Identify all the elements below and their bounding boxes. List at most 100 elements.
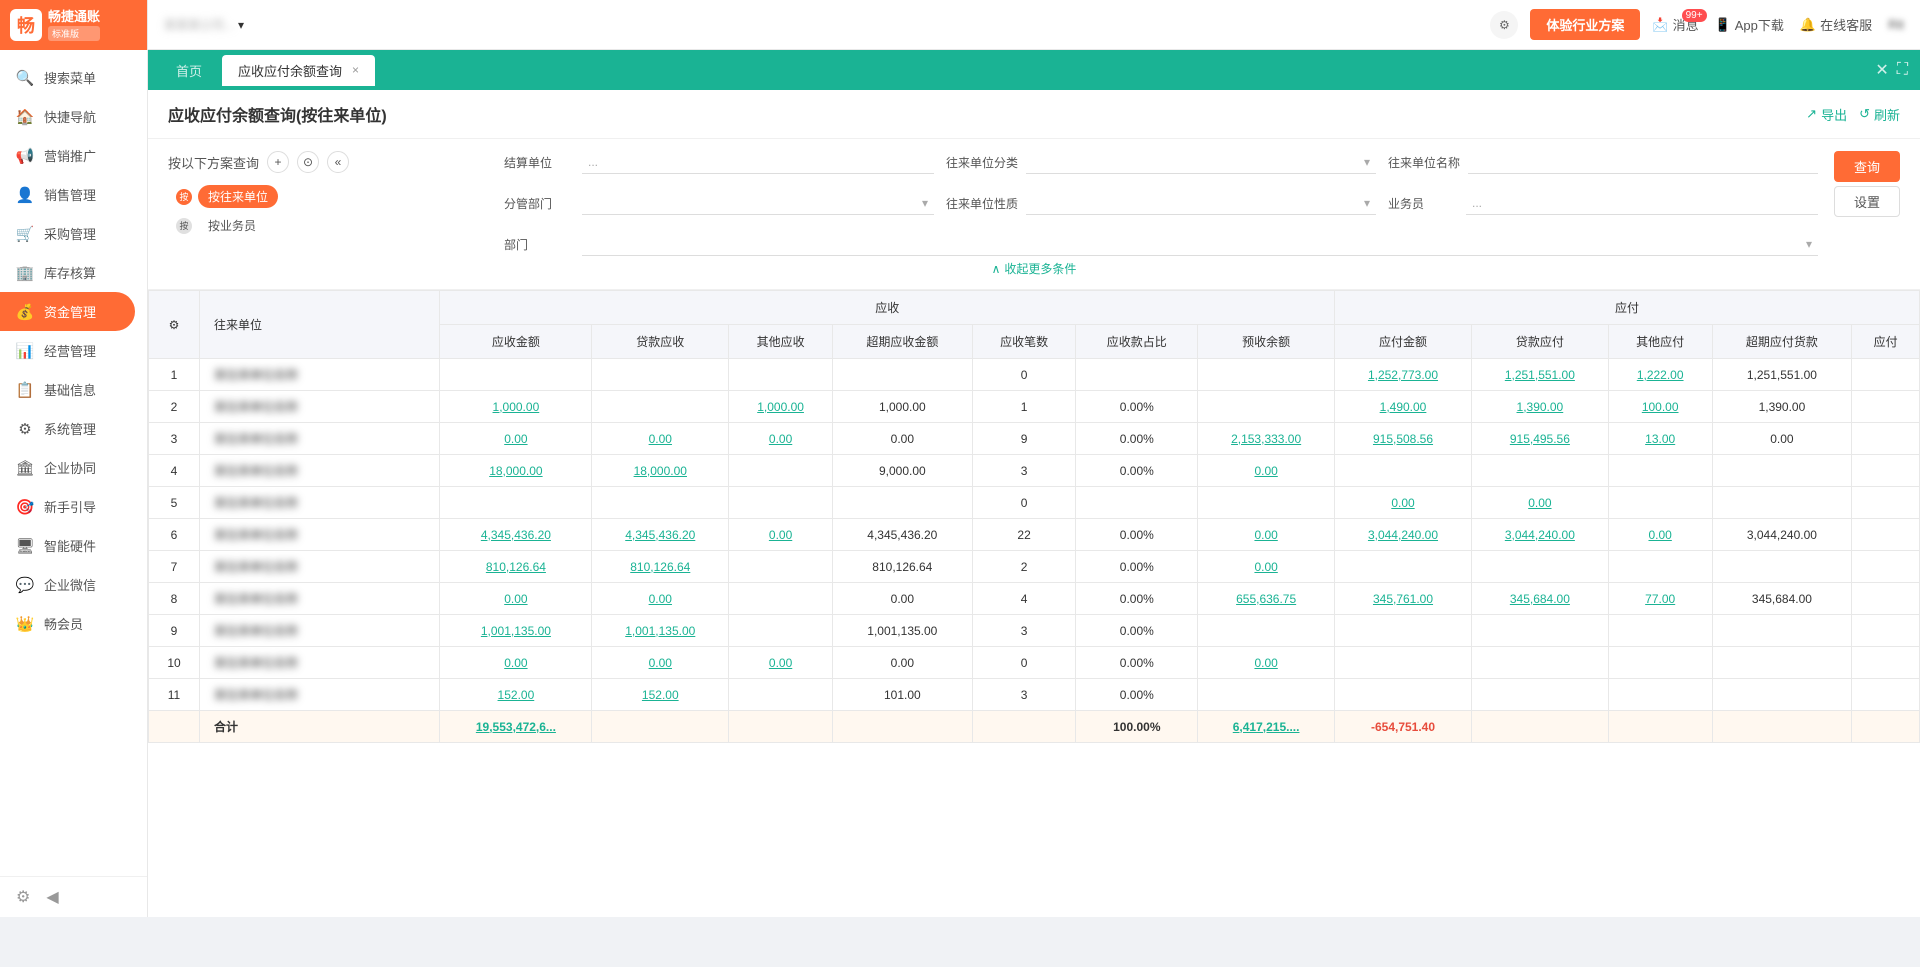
tab-ar-query[interactable]: 应收应付余额查询 × bbox=[222, 55, 375, 86]
th-group-ap: 应付 bbox=[1335, 291, 1920, 325]
filter-scheme-button[interactable]: ⊙ bbox=[297, 151, 319, 173]
sidebar: 畅 畅捷通账 标准版 🔍 搜索菜单 🏠 快捷导航 📢 营销推广 👤 销售管理 🛒… bbox=[0, 0, 148, 917]
table-row: 4某往来单位名称18,000.0018,000.009,000.0030.00%… bbox=[149, 455, 1920, 487]
sidebar-item-capital[interactable]: 💰 资金管理 bbox=[0, 292, 135, 331]
sidebar-item-member[interactable]: 👑 畅会员 bbox=[0, 604, 147, 643]
dept-input[interactable]: ▾ bbox=[582, 192, 934, 215]
top-header: 某某某公司... ▾ ⚙ 体验行业方案 📩 消息 99+ 📱 App下载 🔔 在… bbox=[148, 0, 1920, 50]
sidebar-item-basicinfo[interactable]: 📋 基础信息 bbox=[0, 370, 147, 409]
sidebar-item-purchase[interactable]: 🛒 采购管理 bbox=[0, 214, 147, 253]
th-ar-overdue: 超期应收金额 bbox=[832, 325, 972, 359]
service-icon: 🔔 bbox=[1800, 17, 1816, 33]
table-row: 10某往来单位名称0.000.000.000.0000.00%0.00 bbox=[149, 647, 1920, 679]
th-ap-loan: 贷款应付 bbox=[1471, 325, 1608, 359]
sidebar-item-quicknav[interactable]: 🏠 快捷导航 bbox=[0, 97, 147, 136]
total-seq bbox=[149, 711, 200, 743]
sidebar-item-system[interactable]: ⚙ 系统管理 bbox=[0, 409, 147, 448]
nature-input[interactable]: ▾ bbox=[1026, 192, 1376, 215]
window-expand-icon[interactable]: ⛶ bbox=[1897, 61, 1908, 79]
filter-row-2: 分管部门 ▾ 往来单位性质 ▾ 业务员 bbox=[504, 192, 1818, 215]
purchase-icon: 🛒 bbox=[16, 225, 34, 243]
total-label: 合计 bbox=[200, 711, 440, 743]
table-row: 7某往来单位名称810,126.64810,126.64810,126.6420… bbox=[149, 551, 1920, 583]
salesperson-input[interactable]: ... bbox=[1466, 192, 1818, 215]
scheme1-tag[interactable]: 按往来单位 bbox=[198, 185, 278, 208]
sidebar-item-operations[interactable]: 📊 经营管理 bbox=[0, 331, 147, 370]
total-ap-other bbox=[1608, 711, 1712, 743]
total-ar-advance[interactable]: 6,417,215.... bbox=[1198, 711, 1335, 743]
sidebar-item-marketing[interactable]: 📢 营销推广 bbox=[0, 136, 147, 175]
tab-close-icon[interactable]: × bbox=[352, 63, 359, 77]
marketing-icon: 📢 bbox=[16, 147, 34, 165]
table-row: 5某往来单位名称00.000.00 bbox=[149, 487, 1920, 519]
total-ar-amount[interactable]: 19,553,472,6... bbox=[440, 711, 592, 743]
filter-field-settlement: 结算单位 ... bbox=[504, 151, 934, 174]
th-ar-loan: 贷款应收 bbox=[592, 325, 729, 359]
system-icon: ⚙ bbox=[16, 420, 34, 438]
sidebar-item-hardware[interactable]: 🖥 智能硬件 bbox=[0, 526, 147, 565]
user-info[interactable]: Rit bbox=[1888, 17, 1904, 32]
collapse-icon: ∧ bbox=[992, 262, 1001, 276]
salesperson-label: 业务员 bbox=[1388, 195, 1458, 212]
collapse-row: ∧ 收起更多条件 bbox=[168, 260, 1900, 277]
basicinfo-icon: 📋 bbox=[16, 381, 34, 399]
sidebar-item-wechat[interactable]: 💬 企业微信 bbox=[0, 565, 147, 604]
filter-top: 按以下方案查询 + ⊙ « bbox=[168, 151, 488, 173]
scheme2-icon: 按 bbox=[176, 218, 192, 234]
operations-icon: 📊 bbox=[16, 342, 34, 360]
total-ar-count bbox=[972, 711, 1076, 743]
counterparty-name-input[interactable] bbox=[1468, 151, 1818, 174]
counterparty-category-input[interactable]: ▾ bbox=[1026, 151, 1376, 174]
logo-icon: 畅 bbox=[10, 9, 42, 41]
header-actions: 📩 消息 99+ 📱 App下载 🔔 在线客服 Rit bbox=[1652, 15, 1904, 34]
filter-row-3: 部门 ▾ bbox=[504, 233, 1818, 256]
sidebar-item-sales[interactable]: 👤 销售管理 bbox=[0, 175, 147, 214]
collapse-more-button[interactable]: ∧ 收起更多条件 bbox=[992, 260, 1077, 277]
th-settings[interactable]: ⚙ bbox=[149, 291, 200, 359]
total-row: 合计 19,553,472,6... 100.00% 6,417,215....… bbox=[149, 711, 1920, 743]
filter-field-name: 往来单位名称 bbox=[1388, 151, 1818, 174]
notification-button[interactable]: 📩 消息 99+ bbox=[1652, 15, 1698, 34]
window-close-icon[interactable]: ✕ bbox=[1875, 60, 1888, 80]
sidebar-item-search[interactable]: 🔍 搜索菜单 bbox=[0, 58, 147, 97]
app-download-button[interactable]: 📱 App下载 bbox=[1715, 15, 1784, 34]
hardware-icon: 🖥 bbox=[16, 537, 34, 555]
export-icon: ↗ bbox=[1806, 106, 1817, 122]
nature-label: 往来单位性质 bbox=[946, 195, 1018, 212]
data-table: ⚙ 往来单位 应收 应付 应收金额 贷款应收 其他应收 超期应收金额 应收笔数 … bbox=[148, 290, 1920, 743]
refresh-button[interactable]: ↺ 刷新 bbox=[1859, 105, 1900, 124]
page-title: 应收应付余额查询(按往来单位) bbox=[168, 102, 387, 126]
notification-badge: 99+ bbox=[1682, 9, 1707, 22]
query-button[interactable]: 查询 bbox=[1834, 151, 1900, 182]
search-icon: 🔍 bbox=[16, 69, 34, 87]
filter-add-button[interactable]: + bbox=[267, 151, 289, 173]
solution-button[interactable]: 体验行业方案 bbox=[1530, 9, 1640, 40]
header-breadcrumb: 某某某公司... ▾ bbox=[164, 16, 1478, 33]
online-service-button[interactable]: 🔔 在线客服 bbox=[1800, 15, 1872, 34]
dept2-label: 部门 bbox=[504, 236, 574, 253]
total-ar-other bbox=[729, 711, 833, 743]
table-row: 3某往来单位名称0.000.000.000.0090.00%2,153,333.… bbox=[149, 423, 1920, 455]
filter-field-nature: 往来单位性质 ▾ bbox=[946, 192, 1376, 215]
setting-button[interactable]: 设置 bbox=[1834, 186, 1900, 217]
breadcrumb-dropdown-icon[interactable]: ▾ bbox=[238, 18, 244, 32]
settlement-unit-input[interactable]: ... bbox=[582, 151, 934, 174]
scheme2-tag[interactable]: 按业务员 bbox=[198, 214, 266, 237]
th-ar-count: 应收笔数 bbox=[972, 325, 1076, 359]
header-gear-button[interactable]: ⚙ bbox=[1490, 11, 1518, 39]
filter-actions: 查询 设置 bbox=[1834, 151, 1900, 217]
filter-panel: 按以下方案查询 + ⊙ « 按 按往来单位 bbox=[148, 139, 1920, 290]
tab-home[interactable]: 首页 bbox=[160, 55, 218, 86]
sidebar-item-inventory[interactable]: 🏢 库存核算 bbox=[0, 253, 147, 292]
refresh-icon: ↺ bbox=[1859, 106, 1870, 122]
dept2-input[interactable]: ▾ bbox=[582, 233, 1818, 256]
settings-footer-icon[interactable]: ⚙ bbox=[16, 887, 30, 907]
filter-collapse-button[interactable]: « bbox=[327, 151, 349, 173]
export-button[interactable]: ↗ 导出 bbox=[1806, 105, 1847, 124]
sidebar-item-guide[interactable]: 🎯 新手引导 bbox=[0, 487, 147, 526]
total-ar-ratio: 100.00% bbox=[1076, 711, 1198, 743]
sidebar-item-enterprise[interactable]: 🏛 企业协同 bbox=[0, 448, 147, 487]
th-ap-rest: 应付 bbox=[1852, 325, 1920, 359]
th-counterparty: 往来单位 bbox=[200, 291, 440, 359]
collapse-footer-icon[interactable]: ◀ bbox=[46, 887, 58, 907]
